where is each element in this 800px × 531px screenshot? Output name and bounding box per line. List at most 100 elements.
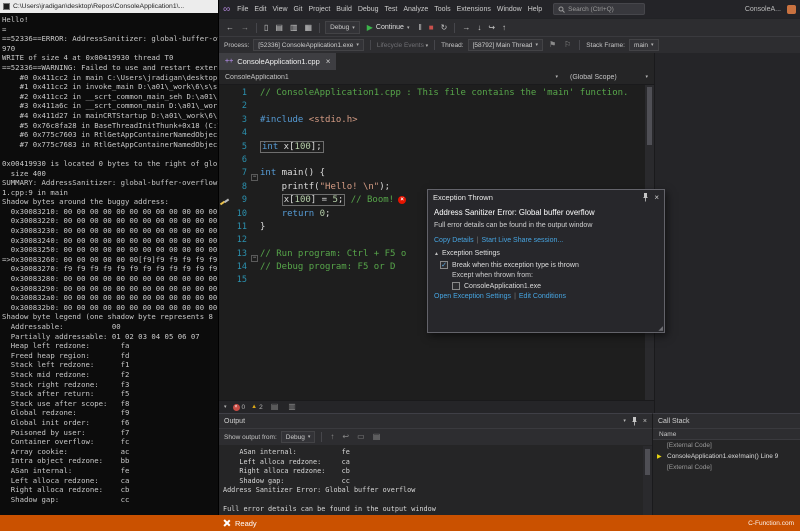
fold-margin — [249, 154, 260, 167]
tab-consoleapplication1-cpp[interactable]: ++ ConsoleApplication1.cpp × — [219, 53, 336, 70]
toggle-output-icon[interactable]: ▤ — [371, 432, 383, 442]
word-wrap-icon[interactable]: ↩ — [340, 432, 351, 442]
breadcrumb-scope-value: (Global Scope) — [570, 74, 617, 81]
jump-icon[interactable]: ↑ — [328, 432, 336, 442]
process-dropdown[interactable]: [52336] ConsoleApplication1.exe ▾ — [253, 39, 364, 51]
menu-git[interactable]: Git — [291, 4, 306, 15]
menu-tools[interactable]: Tools — [431, 4, 453, 15]
chevron-down-icon: ▾ — [356, 42, 359, 48]
code-segment: int — [262, 142, 278, 152]
scrollbar-thumb[interactable] — [645, 449, 650, 475]
search-input[interactable]: Search (Ctrl+Q) — [553, 3, 645, 15]
breadcrumb-scope-dropdown[interactable]: (Global Scope) ▾ — [564, 74, 654, 81]
fold-margin — [249, 127, 260, 140]
warning-count[interactable]: ▲ 2 — [251, 404, 263, 411]
menu-test[interactable]: Test — [382, 4, 401, 15]
navigate-back-icon[interactable]: ← — [224, 23, 236, 33]
step-out-icon[interactable]: ↑ — [500, 23, 508, 33]
show-next-statement-icon[interactable]: → — [460, 23, 472, 33]
output-panel-header[interactable]: Output ▾ × — [219, 414, 652, 428]
call-stack-rows: [External Code]▶ConsoleApplication1.exe!… — [653, 440, 800, 473]
save-icon[interactable]: ▥ — [288, 23, 300, 33]
flag-threads-icon[interactable]: ⚑ — [547, 40, 558, 50]
step-into-icon[interactable]: ↓ — [475, 23, 483, 33]
editor-group: ++ ConsoleApplication1.cpp × ConsoleAppl… — [219, 53, 654, 413]
code-text: // ConsoleApplication1.cpp : This file c… — [260, 87, 628, 100]
menu-edit[interactable]: Edit — [251, 4, 269, 15]
messages-icon[interactable]: ▤ — [269, 402, 281, 412]
error-count[interactable]: × 0 — [233, 404, 246, 411]
call-stack-frame[interactable]: [External Code] — [653, 440, 800, 451]
console-titlebar[interactable]: C:\Users\jradigan\desktop\Repos\ConsoleA… — [0, 0, 218, 13]
code-editor[interactable]: 1 // ConsoleApplication1.cpp : This file … — [219, 85, 654, 400]
step-over-icon[interactable]: ↪ — [486, 23, 497, 33]
chevron-down-icon[interactable]: ▾ — [224, 404, 227, 410]
resize-grip-icon[interactable]: ◢ — [658, 325, 663, 332]
vs-titlebar: ∞ FileEditViewGitProjectBuildDebugTestAn… — [219, 0, 800, 18]
module-checkbox[interactable] — [452, 282, 460, 290]
copy-details-link[interactable]: Copy Details — [434, 237, 474, 244]
line-number: 12 — [231, 234, 249, 247]
new-file-icon[interactable]: ▯ — [262, 23, 270, 33]
pin-icon[interactable] — [631, 417, 638, 426]
code-line: 7−int main() { — [219, 167, 654, 180]
menu-window[interactable]: Window — [494, 4, 525, 15]
tab-close-icon[interactable]: × — [326, 57, 331, 66]
filter-icon[interactable]: ▥ — [286, 402, 298, 412]
unflag-threads-icon[interactable]: ⚐ — [562, 40, 573, 50]
navigate-forward-icon[interactable]: → — [239, 23, 251, 33]
menu-help[interactable]: Help — [525, 4, 545, 15]
vs-logo-icon: ∞ — [223, 4, 230, 15]
output-scrollbar[interactable] — [643, 446, 652, 515]
code-segment: // Run program: Ctrl + F5 o — [260, 249, 406, 259]
menu-file[interactable]: File — [234, 4, 251, 15]
close-icon[interactable]: × — [643, 418, 647, 425]
lifecycle-events-button[interactable]: Lifecycle Events ▾ — [377, 42, 428, 49]
pin-icon[interactable] — [642, 193, 649, 202]
close-icon[interactable]: × — [654, 194, 659, 202]
solution-config-dropdown[interactable]: Debug ▾ — [325, 21, 360, 34]
fold-margin — [249, 100, 260, 113]
open-file-icon[interactable]: ▤ — [273, 23, 285, 33]
menu-extensions[interactable]: Extensions — [454, 4, 494, 15]
line-number: 13 — [231, 248, 249, 261]
breadcrumb-project-dropdown[interactable]: ConsoleApplication1 ▾ — [219, 74, 564, 81]
menu-build[interactable]: Build — [333, 4, 355, 15]
break-all-icon[interactable]: ‖ — [416, 23, 423, 33]
output-source-dropdown[interactable]: Debug ▾ — [281, 431, 316, 443]
menu-view[interactable]: View — [269, 4, 290, 15]
fold-margin — [249, 261, 260, 274]
window-position-icon[interactable]: ▾ — [623, 418, 626, 424]
frame-text: ConsoleApplication1.exe!main() Line 9 — [667, 453, 778, 460]
call-stack-frame[interactable]: [External Code] — [653, 462, 800, 473]
menu-analyze[interactable]: Analyze — [400, 4, 431, 15]
menu-debug[interactable]: Debug — [355, 4, 382, 15]
restart-icon[interactable]: ↻ — [439, 23, 450, 33]
edit-conditions-link[interactable]: Edit Conditions — [519, 293, 566, 300]
open-exception-settings-link[interactable]: Open Exception Settings — [434, 293, 511, 300]
continue-button[interactable]: ▶ Continue ▾ — [363, 21, 414, 35]
scrollbar-thumb[interactable] — [647, 87, 652, 145]
exception-settings-toggle[interactable]: ▲ Exception Settings — [428, 246, 664, 259]
thread-dropdown[interactable]: [58792] Main Thread ▾ — [468, 39, 543, 51]
editor-margin — [219, 100, 231, 113]
break-checkbox-label: Break when this exception type is thrown — [452, 262, 579, 269]
code-text: return 0; — [260, 208, 330, 221]
call-stack-frame[interactable]: ▶ConsoleApplication1.exe!main() Line 9 — [653, 451, 800, 462]
call-stack-name-column[interactable]: Name — [653, 428, 800, 440]
stack-frame-dropdown[interactable]: main ▾ — [629, 39, 659, 51]
menu-project[interactable]: Project — [305, 4, 333, 15]
stop-debugging-icon[interactable]: ■ — [427, 23, 436, 33]
output-panel: Output ▾ × Show output from: Debug ▾ ↑ ↩… — [219, 413, 652, 515]
clear-all-icon[interactable]: ▭ — [355, 432, 367, 442]
quick-actions-icon[interactable] — [220, 197, 229, 206]
break-checkbox[interactable]: ✓ — [440, 261, 448, 269]
line-number: 1 — [231, 87, 249, 100]
live-share-link[interactable]: Start Live Share session... — [482, 237, 564, 244]
code-text: // Debug program: F5 or D — [260, 261, 395, 274]
save-all-icon[interactable]: ▦ — [303, 23, 315, 33]
breadcrumb-project-value: ConsoleApplication1 — [225, 74, 289, 81]
call-stack-header[interactable]: Call Stack — [653, 414, 800, 428]
account-icon[interactable] — [787, 5, 796, 14]
tab-label: ConsoleApplication1.cpp — [237, 57, 320, 66]
